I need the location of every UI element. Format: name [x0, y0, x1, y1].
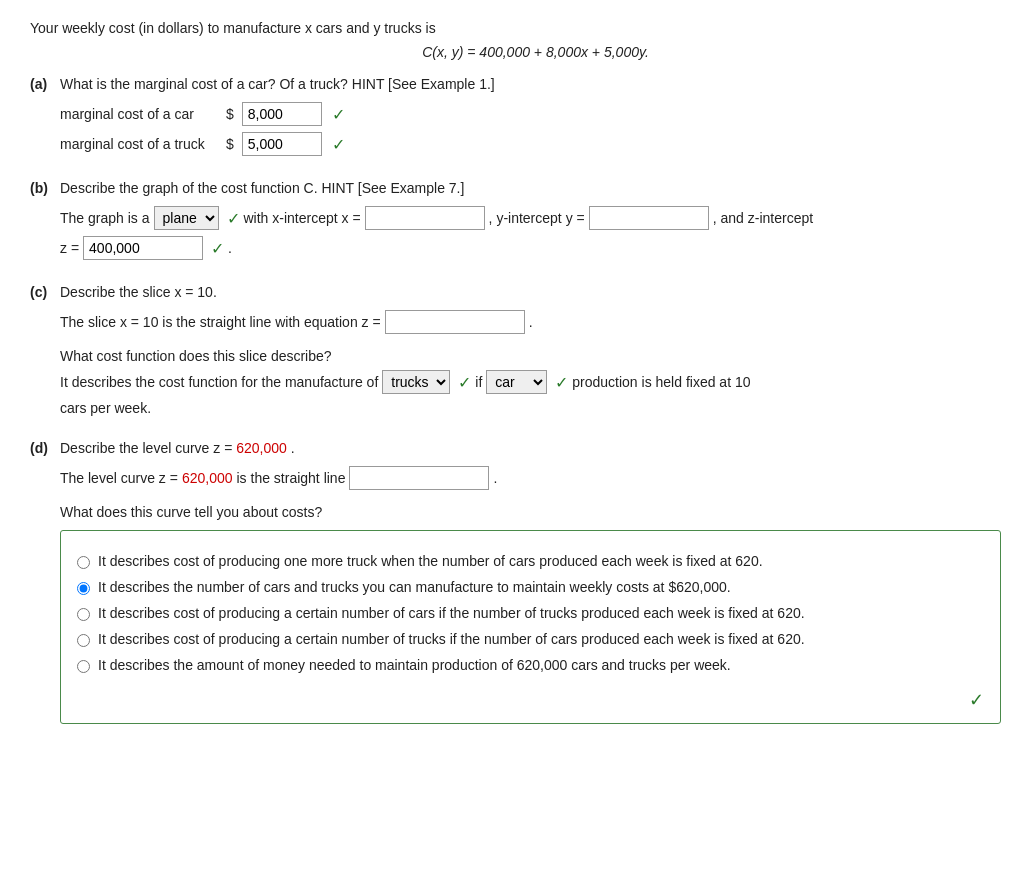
- level-curve-row: The level curve z = 620,000 is the strai…: [60, 466, 1001, 490]
- radio-3[interactable]: [77, 634, 90, 647]
- production-fixed-text: production is held fixed at 10: [572, 374, 750, 390]
- radio-option-1: It describes the number of cars and truc…: [77, 579, 984, 595]
- y-intercept-prefix: , y-intercept y =: [489, 210, 585, 226]
- radio-2[interactable]: [77, 608, 90, 621]
- car-cost-label: marginal cost of a car: [60, 106, 220, 122]
- radio-1[interactable]: [77, 582, 90, 595]
- level-value-text: 620,000: [182, 470, 233, 486]
- formula-text: C(x, y) = 400,000 + 8,000x + 5,000y.: [422, 44, 649, 60]
- radio-option-3: It describes cost of producing a certain…: [77, 631, 984, 647]
- radio-label-3: It describes cost of producing a certain…: [98, 631, 805, 647]
- z-equals-label: z =: [60, 240, 79, 256]
- slice-equation-row: The slice x = 10 is the straight line wi…: [60, 310, 1001, 334]
- car-cost-row: marginal cost of a car $ ✓: [60, 102, 1001, 126]
- cars-per-week-label: cars per week.: [60, 400, 151, 416]
- x-intercept-prefix: with x-intercept x =: [244, 210, 361, 226]
- radio-label-4: It describes the amount of money needed …: [98, 657, 731, 673]
- car-cost-input[interactable]: [242, 102, 322, 126]
- truck-cost-input[interactable]: [242, 132, 322, 156]
- graph-prefix: The graph is a: [60, 210, 150, 226]
- part-d-question-value: 620,000: [236, 440, 287, 456]
- desc-prefix: It describes the cost function for the m…: [60, 374, 378, 390]
- z-intercept-check: ✓: [211, 239, 224, 258]
- radio-options-box: It describes cost of producing one more …: [60, 530, 1001, 724]
- car-dollar-sign: $: [226, 106, 234, 122]
- radio-label-1: It describes the number of cars and truc…: [98, 579, 731, 595]
- section-b: (b) Describe the graph of the cost funct…: [30, 180, 1001, 260]
- if-text: if: [475, 374, 482, 390]
- part-b-line2: z = ✓ .: [60, 236, 1001, 260]
- graph-type-check: ✓: [227, 209, 240, 228]
- manufacture-check: ✓: [458, 373, 471, 392]
- radio-label-2: It describes cost of producing a certain…: [98, 605, 805, 621]
- level-line-input[interactable]: [349, 466, 489, 490]
- radio-option-0: It describes cost of producing one more …: [77, 553, 984, 569]
- part-a-label: (a): [30, 76, 52, 92]
- truck-cost-row: marginal cost of a truck $ ✓: [60, 132, 1001, 156]
- level-prefix: The level curve z =: [60, 470, 178, 486]
- section-c: (c) Describe the slice x = 10. The slice…: [30, 284, 1001, 416]
- part-c-label: (c): [30, 284, 52, 300]
- graph-type-dropdown[interactable]: plane line curve: [154, 206, 219, 230]
- part-c-question: Describe the slice x = 10.: [60, 284, 1001, 300]
- truck-check-icon: ✓: [332, 135, 345, 154]
- formula-display: C(x, y) = 400,000 + 8,000x + 5,000y.: [70, 44, 1001, 60]
- fixed-type-dropdown[interactable]: car truck: [486, 370, 547, 394]
- level-period: .: [493, 470, 497, 486]
- truck-dollar-sign: $: [226, 136, 234, 152]
- z-intercept-label-text: , and z-intercept: [713, 210, 813, 226]
- x-intercept-input[interactable]: [365, 206, 485, 230]
- slice-eq-prefix: The slice x = 10 is the straight line wi…: [60, 314, 381, 330]
- level-mid: is the straight line: [237, 470, 346, 486]
- z-period: .: [228, 240, 232, 256]
- radio-option-2: It describes cost of producing a certain…: [77, 605, 984, 621]
- cars-per-week-line: cars per week.: [60, 400, 1001, 416]
- section-d: (d) Describe the level curve z = 620,000…: [30, 440, 1001, 724]
- part-b-line1: The graph is a plane line curve ✓ with x…: [60, 206, 1001, 230]
- what-does-label: What does this curve tell you about cost…: [60, 504, 1001, 520]
- part-b-label: (b): [30, 180, 52, 196]
- truck-cost-label: marginal cost of a truck: [60, 136, 220, 152]
- radio-option-4: It describes the amount of money needed …: [77, 657, 984, 673]
- part-d-question-prefix: Describe the level curve z =: [60, 440, 232, 456]
- slice-z-input[interactable]: [385, 310, 525, 334]
- z-intercept-input[interactable]: [83, 236, 203, 260]
- fixed-type-check: ✓: [555, 373, 568, 392]
- part-b-question: Describe the graph of the cost function …: [60, 180, 1001, 196]
- manufacture-type-dropdown[interactable]: trucks cars: [382, 370, 450, 394]
- radio-4[interactable]: [77, 660, 90, 673]
- slice-period: .: [529, 314, 533, 330]
- y-intercept-input[interactable]: [589, 206, 709, 230]
- car-check-icon: ✓: [332, 105, 345, 124]
- cost-function-row: It describes the cost function for the m…: [60, 370, 1001, 394]
- part-d-question-suffix: .: [291, 440, 295, 456]
- what-cost-label: What cost function does this slice descr…: [60, 348, 1001, 364]
- part-d-label: (d): [30, 440, 52, 456]
- radio-0[interactable]: [77, 556, 90, 569]
- part-d-checkmark: ✓: [77, 683, 984, 711]
- radio-label-0: It describes cost of producing one more …: [98, 553, 763, 569]
- intro-line1: Your weekly cost (in dollars) to manufac…: [30, 20, 1001, 36]
- part-a-question: What is the marginal cost of a car? Of a…: [60, 76, 1001, 92]
- section-a: (a) What is the marginal cost of a car? …: [30, 76, 1001, 156]
